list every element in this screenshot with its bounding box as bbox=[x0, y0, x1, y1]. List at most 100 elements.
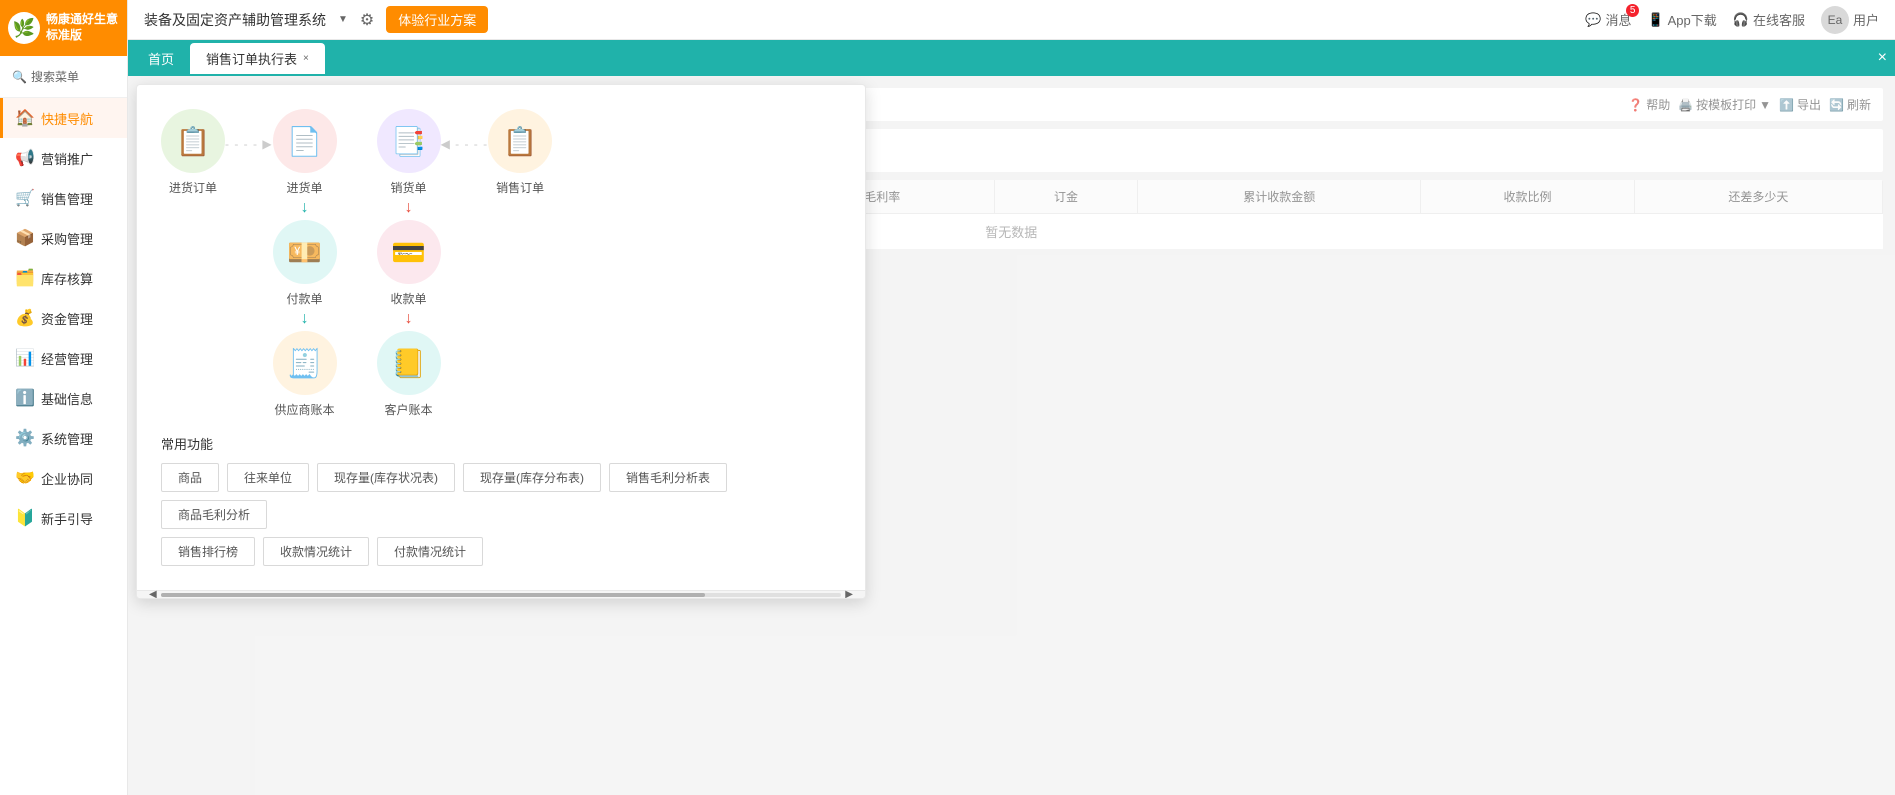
guide-icon: 🔰 bbox=[15, 508, 35, 528]
customer-ledger-circle: 📒 bbox=[377, 331, 441, 395]
receipt-circle: 💳 bbox=[377, 220, 441, 284]
mobile-icon: 📱 bbox=[1647, 12, 1663, 28]
common-functions-section: 常用功能 商品 往来单位 现存量(库存状况表) 现存量(库存分布表) 销售毛利分… bbox=[161, 434, 841, 566]
top-header: 装备及固定资产辅助管理系统 ▼ ⚙ 体验行业方案 💬 消息 5 📱 App下载 … bbox=[128, 0, 1895, 40]
user-item[interactable]: Ea 用户 bbox=[1821, 6, 1879, 34]
flow-item-supplier-ledger[interactable]: 🧾 供应商账本 bbox=[273, 331, 337, 418]
modal-overlay: 📋 进货订单 - - - - ▶ 📄 bbox=[128, 76, 1895, 795]
purchase-circle: 📄 bbox=[273, 109, 337, 173]
v-arrow-3: ↓ bbox=[405, 200, 413, 216]
sidebar-logo: 🌿 畅康通好生意 标准版 bbox=[0, 0, 127, 56]
v-arrow-1: ↓ bbox=[301, 200, 309, 216]
sidebar-item-finance[interactable]: 💰 资金管理 bbox=[0, 298, 127, 338]
btn-contacts[interactable]: 往来单位 bbox=[227, 463, 309, 492]
inventory-icon: 🗂️ bbox=[15, 268, 35, 288]
flow-item-payment[interactable]: 💴 付款单 bbox=[273, 220, 337, 307]
tab-bar: 首页 销售订单执行表 × × bbox=[128, 40, 1895, 76]
logo-text: 畅康通好生意 标准版 bbox=[46, 12, 118, 43]
btn-sales-margin[interactable]: 销售毛利分析表 bbox=[609, 463, 727, 492]
arrow-1: - - - - ▶ bbox=[225, 109, 273, 151]
marketing-icon: 📢 bbox=[15, 148, 35, 168]
operations-icon: 📊 bbox=[15, 348, 35, 368]
sidebar-item-basic-info[interactable]: ℹ️ 基础信息 bbox=[0, 378, 127, 418]
system-title: 装备及固定资产辅助管理系统 bbox=[144, 10, 326, 30]
flow-item-sales[interactable]: 📑 销货单 bbox=[377, 109, 441, 196]
search-menu-button[interactable]: 🔍 搜索菜单 bbox=[8, 64, 119, 89]
app-download-item[interactable]: 📱 App下载 bbox=[1647, 10, 1716, 29]
system-icon: ⚙️ bbox=[15, 428, 35, 448]
flow-col-4: 📋 销售订单 bbox=[488, 109, 552, 196]
online-service-item[interactable]: 🎧 在线客服 bbox=[1733, 10, 1805, 29]
common-buttons-row-2: 销售排行榜 收款情况统计 付款情况统计 bbox=[161, 537, 841, 566]
system-dropdown-icon[interactable]: ▼ bbox=[338, 14, 348, 25]
tab-bar-close-icon[interactable]: × bbox=[1878, 49, 1887, 67]
main-content: 装备及固定资产辅助管理系统 ▼ ⚙ 体验行业方案 💬 消息 5 📱 App下载 … bbox=[128, 0, 1895, 795]
flow-item-purchase-order[interactable]: 📋 进货订单 bbox=[161, 109, 225, 196]
sales-circle: 📑 bbox=[377, 109, 441, 173]
btn-product[interactable]: 商品 bbox=[161, 463, 219, 492]
btn-payment-stats[interactable]: 付款情况统计 bbox=[377, 537, 483, 566]
sidebar-item-quick-nav[interactable]: 🏠 快捷导航 bbox=[0, 98, 127, 138]
finance-icon: 💰 bbox=[15, 308, 35, 328]
quick-nav-icon: 🏠 bbox=[15, 108, 35, 128]
flow-col-2: 📄 进货单 ↓ 💴 付款单 ↓ 🧾 bbox=[273, 109, 337, 418]
scrollbar-thumb bbox=[161, 593, 705, 597]
purchase-order-circle: 📋 bbox=[161, 109, 225, 173]
tab-close-icon[interactable]: × bbox=[303, 53, 309, 64]
settings-icon[interactable]: ⚙ bbox=[360, 10, 374, 30]
btn-inventory-dist[interactable]: 现存量(库存分布表) bbox=[463, 463, 601, 492]
btn-product-margin[interactable]: 商品毛利分析 bbox=[161, 500, 267, 529]
flow-item-customer-ledger[interactable]: 📒 客户账本 bbox=[377, 331, 441, 418]
sales-order-circle: 📋 bbox=[488, 109, 552, 173]
sales-order-label: 销售订单 bbox=[496, 179, 544, 196]
btn-receipt-stats[interactable]: 收款情况统计 bbox=[263, 537, 369, 566]
arrow-2: ◀ - - - - bbox=[441, 109, 489, 151]
headset-icon: 🎧 bbox=[1733, 12, 1749, 28]
flow-item-receipt[interactable]: 💳 收款单 bbox=[377, 220, 441, 307]
payment-label: 付款单 bbox=[287, 290, 323, 307]
v-arrow-2: ↓ bbox=[301, 311, 309, 327]
customer-ledger-label: 客户账本 bbox=[385, 401, 433, 418]
sidebar-item-operations[interactable]: 📊 经营管理 bbox=[0, 338, 127, 378]
search-icon: 🔍 bbox=[12, 70, 27, 84]
sidebar-item-sales[interactable]: 🛒 销售管理 bbox=[0, 178, 127, 218]
flow-item-purchase[interactable]: 📄 进货单 bbox=[273, 109, 337, 196]
v-arrow-4: ↓ bbox=[405, 311, 413, 327]
message-icon: 💬 bbox=[1585, 12, 1601, 28]
trial-button[interactable]: 体验行业方案 bbox=[386, 6, 488, 33]
sidebar-nav: 🏠 快捷导航 📢 营销推广 🛒 销售管理 📦 采购管理 🗂️ 库存核算 💰 bbox=[0, 98, 127, 795]
sidebar-item-inventory[interactable]: 🗂️ 库存核算 bbox=[0, 258, 127, 298]
scroll-left-icon[interactable]: ◀ bbox=[145, 589, 161, 599]
modal-body: 📋 进货订单 - - - - ▶ 📄 bbox=[137, 85, 865, 590]
btn-sales-ranking[interactable]: 销售排行榜 bbox=[161, 537, 255, 566]
collaboration-icon: 🤝 bbox=[15, 468, 35, 488]
btn-inventory-status[interactable]: 现存量(库存状况表) bbox=[317, 463, 455, 492]
sidebar-item-guide[interactable]: 🔰 新手引导 bbox=[0, 498, 127, 538]
modal-scrollbar: ◀ ▶ bbox=[137, 590, 865, 598]
app-download-label: App下载 bbox=[1668, 10, 1717, 29]
user-avatar: Ea bbox=[1821, 6, 1849, 34]
purchase-label: 进货单 bbox=[287, 179, 323, 196]
tab-sales-order-execution[interactable]: 销售订单执行表 × bbox=[190, 43, 325, 74]
supplier-ledger-circle: 🧾 bbox=[273, 331, 337, 395]
flow-col-1: 📋 进货订单 bbox=[161, 109, 225, 196]
supplier-ledger-label: 供应商账本 bbox=[275, 401, 335, 418]
basic-info-icon: ℹ️ bbox=[15, 388, 35, 408]
sales-label: 销货单 bbox=[391, 179, 427, 196]
user-label: 用户 bbox=[1853, 10, 1879, 29]
sidebar-item-collaboration[interactable]: 🤝 企业协同 bbox=[0, 458, 127, 498]
page-content: ❓ 帮助 🖨️ 按模板打印 ▼ ⬆️ 导出 🔄 刷新 bbox=[128, 76, 1895, 795]
sidebar-item-system[interactable]: ⚙️ 系统管理 bbox=[0, 418, 127, 458]
sidebar-item-purchase[interactable]: 📦 采购管理 bbox=[0, 218, 127, 258]
flow-item-sales-order[interactable]: 📋 销售订单 bbox=[488, 109, 552, 196]
purchase-icon: 📦 bbox=[15, 228, 35, 248]
message-item[interactable]: 💬 消息 5 bbox=[1585, 10, 1631, 29]
scroll-right-icon[interactable]: ▶ bbox=[841, 589, 857, 599]
payment-circle: 💴 bbox=[273, 220, 337, 284]
online-service-label: 在线客服 bbox=[1753, 10, 1805, 29]
flow-modal: 📋 进货订单 - - - - ▶ 📄 bbox=[136, 84, 866, 599]
tab-home[interactable]: 首页 bbox=[132, 43, 190, 74]
scrollbar-track[interactable] bbox=[161, 593, 842, 597]
sales-icon: 🛒 bbox=[15, 188, 35, 208]
sidebar-item-marketing[interactable]: 📢 营销推广 bbox=[0, 138, 127, 178]
